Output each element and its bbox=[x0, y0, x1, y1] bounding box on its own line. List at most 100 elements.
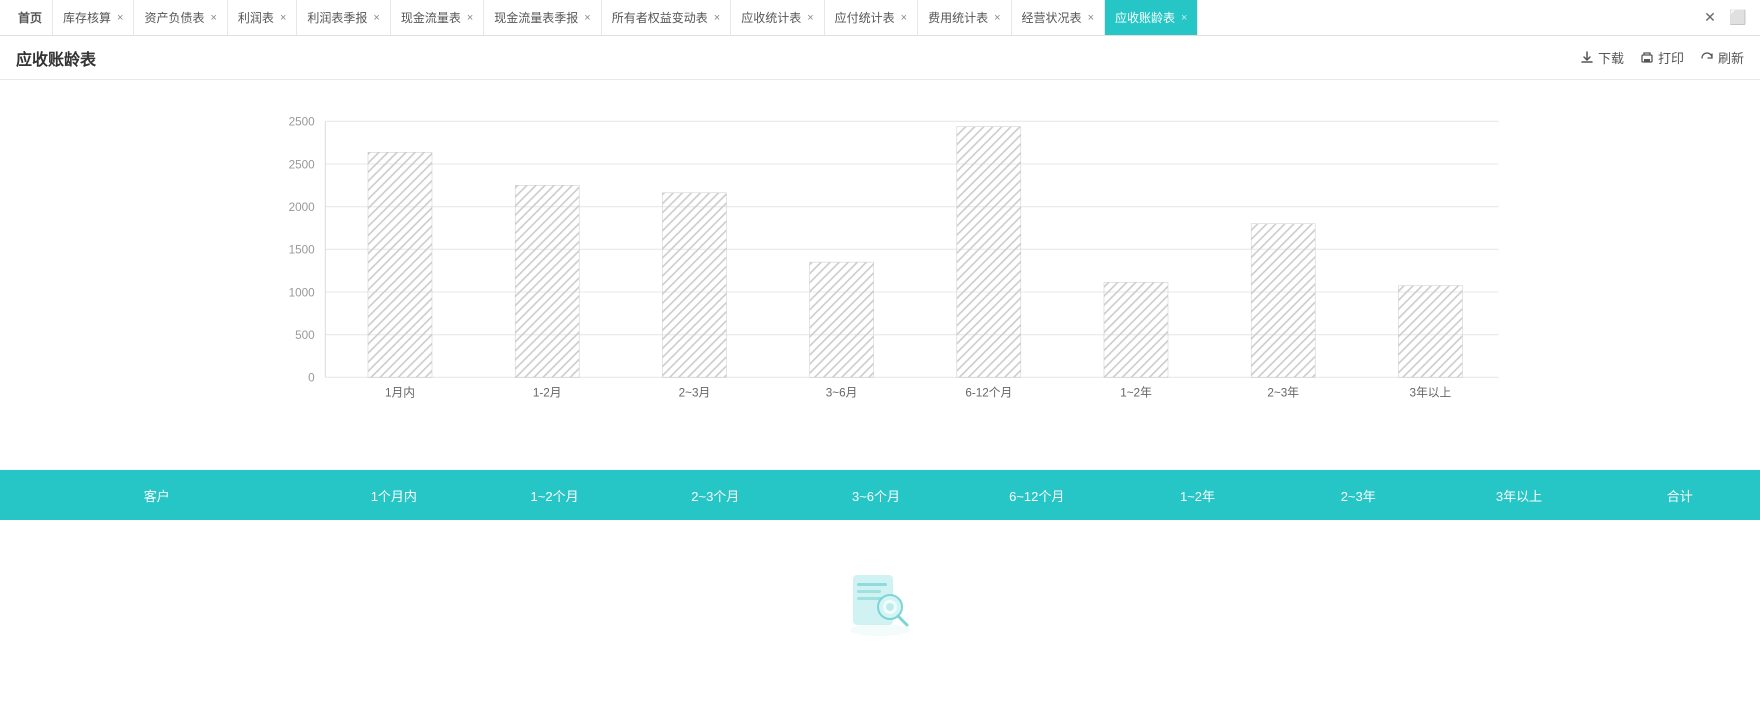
col-1month-label: 1个月内 bbox=[371, 489, 417, 504]
refresh-label: 刷新 bbox=[1718, 48, 1744, 67]
window-close-button[interactable]: ✕ bbox=[1700, 8, 1720, 28]
page-header: 应收账龄表 下载 打印 刷新 bbox=[0, 36, 1760, 80]
tab-kucun-label: 库存核算 bbox=[63, 9, 111, 26]
tab-bar: 首页 库存核算 × 资产负债表 × 利润表 × 利润表季报 × 现金流量表 × … bbox=[0, 0, 1760, 36]
tab-zcfzb[interactable]: 资产负债表 × bbox=[134, 0, 227, 36]
svg-text:1500: 1500 bbox=[289, 244, 316, 257]
svg-text:6-12个月: 6-12个月 bbox=[965, 387, 1012, 400]
tab-jyzkb[interactable]: 经营状况表 × bbox=[1012, 0, 1105, 36]
svg-text:2~3月: 2~3月 bbox=[679, 387, 711, 400]
tab-jyzkb-close[interactable]: × bbox=[1088, 12, 1094, 24]
tab-xjllb-label: 现金流量表 bbox=[401, 9, 461, 26]
col-1-2year: 1~2年 bbox=[1117, 486, 1278, 505]
tab-yszlb-label: 应收账龄表 bbox=[1115, 9, 1175, 26]
tab-kucun-close[interactable]: × bbox=[117, 12, 123, 24]
col-1-2month-label: 1~2个月 bbox=[531, 489, 579, 504]
col-total-label: 合计 bbox=[1667, 489, 1693, 504]
col-3-6month-label: 3~6个月 bbox=[852, 489, 900, 504]
tab-ystjb-close[interactable]: × bbox=[807, 12, 813, 24]
print-icon bbox=[1640, 51, 1654, 65]
svg-text:2000: 2000 bbox=[289, 201, 316, 214]
download-icon bbox=[1580, 51, 1594, 65]
tab-zcfzb-label: 资产负债表 bbox=[144, 9, 204, 26]
refresh-button[interactable]: 刷新 bbox=[1700, 48, 1744, 67]
tab-ystjb[interactable]: 应收统计表 × bbox=[731, 0, 824, 36]
print-button[interactable]: 打印 bbox=[1640, 48, 1684, 67]
bar-3 bbox=[662, 193, 726, 378]
tab-yszlb-close[interactable]: × bbox=[1181, 12, 1187, 24]
page-title: 应收账龄表 bbox=[16, 46, 96, 70]
bar-2 bbox=[515, 185, 579, 377]
tab-xjllbjb-label: 现金流量表季报 bbox=[494, 9, 578, 26]
col-3-6month: 3~6个月 bbox=[796, 486, 957, 505]
svg-text:1月内: 1月内 bbox=[385, 386, 415, 400]
col-2-3month: 2~3个月 bbox=[635, 486, 796, 505]
tab-yftjb-close[interactable]: × bbox=[901, 12, 907, 24]
empty-icon bbox=[835, 555, 925, 645]
tab-xjllbjb-close[interactable]: × bbox=[584, 12, 590, 24]
header-actions: 下载 打印 刷新 bbox=[1580, 48, 1744, 67]
tab-syzbdb[interactable]: 所有者权益变动表 × bbox=[602, 0, 731, 36]
tab-home[interactable]: 首页 bbox=[8, 0, 53, 36]
tab-home-label: 首页 bbox=[18, 9, 42, 26]
svg-text:2~3年: 2~3年 bbox=[1267, 386, 1299, 400]
svg-text:1-2月: 1-2月 bbox=[533, 387, 562, 400]
main-content: 0 500 1000 1500 2000 2500 2500 bbox=[0, 80, 1760, 720]
bar-5 bbox=[957, 127, 1021, 378]
col-3plus-year: 3年以上 bbox=[1439, 486, 1600, 505]
svg-text:2500: 2500 bbox=[289, 158, 316, 171]
bar-chart: 0 500 1000 1500 2000 2500 2500 bbox=[30, 100, 1730, 420]
col-3plus-year-label: 3年以上 bbox=[1496, 489, 1542, 504]
col-6-12month-label: 6~12个月 bbox=[1009, 489, 1064, 504]
svg-text:1~2年: 1~2年 bbox=[1120, 386, 1152, 400]
tab-lrbjb-label: 利润表季报 bbox=[307, 9, 367, 26]
col-1-2year-label: 1~2年 bbox=[1180, 489, 1215, 504]
tab-fytjb-close[interactable]: × bbox=[994, 12, 1000, 24]
table-header: 客户 1个月内 1~2个月 2~3个月 3~6个月 6~12个月 1~2年 2~… bbox=[0, 470, 1760, 520]
bar-6 bbox=[1104, 282, 1168, 377]
tab-lrb[interactable]: 利润表 × bbox=[228, 0, 297, 36]
tab-kucun[interactable]: 库存核算 × bbox=[53, 0, 134, 36]
col-total: 合计 bbox=[1599, 486, 1760, 505]
svg-text:3~6月: 3~6月 bbox=[826, 387, 858, 400]
tab-lrb-close[interactable]: × bbox=[280, 12, 286, 24]
col-6-12month: 6~12个月 bbox=[956, 486, 1117, 505]
svg-text:0: 0 bbox=[308, 372, 315, 385]
chart-area: 0 500 1000 1500 2000 2500 2500 bbox=[0, 80, 1760, 470]
tab-ystjb-label: 应收统计表 bbox=[741, 9, 801, 26]
tab-syzbdb-close[interactable]: × bbox=[714, 12, 720, 24]
refresh-icon bbox=[1700, 51, 1714, 65]
window-controls: ✕ ⬜ bbox=[1700, 8, 1752, 28]
tab-yftjb[interactable]: 应付统计表 × bbox=[825, 0, 918, 36]
col-2-3month-label: 2~3个月 bbox=[691, 489, 739, 504]
window-maximize-button[interactable]: ⬜ bbox=[1728, 8, 1748, 28]
tab-zcfzb-close[interactable]: × bbox=[210, 12, 216, 24]
svg-text:500: 500 bbox=[295, 329, 315, 342]
bar-7 bbox=[1251, 224, 1315, 378]
tab-yftjb-label: 应付统计表 bbox=[835, 9, 895, 26]
tab-jyzkb-label: 经营状况表 bbox=[1022, 9, 1082, 26]
print-label: 打印 bbox=[1658, 48, 1684, 67]
bar-1 bbox=[368, 152, 432, 377]
tab-lrbjb[interactable]: 利润表季报 × bbox=[297, 0, 390, 36]
svg-text:3年以上: 3年以上 bbox=[1410, 386, 1452, 400]
empty-area bbox=[0, 520, 1760, 680]
svg-text:1000: 1000 bbox=[289, 286, 316, 299]
tab-fytjb[interactable]: 费用统计表 × bbox=[918, 0, 1011, 36]
tab-xjllb-close[interactable]: × bbox=[467, 12, 473, 24]
bar-8 bbox=[1398, 286, 1462, 378]
svg-text:2500: 2500 bbox=[289, 116, 316, 129]
col-customer-label: 客户 bbox=[144, 489, 170, 504]
col-2-3year: 2~3年 bbox=[1278, 486, 1439, 505]
col-customer: 客户 bbox=[0, 486, 313, 505]
tab-fytjb-label: 费用统计表 bbox=[928, 9, 988, 26]
bar-4 bbox=[810, 262, 874, 377]
col-1-2month: 1~2个月 bbox=[474, 486, 635, 505]
download-button[interactable]: 下载 bbox=[1580, 48, 1624, 67]
tab-yszlb[interactable]: 应收账龄表 × bbox=[1105, 0, 1198, 36]
tab-lrbjb-close[interactable]: × bbox=[373, 12, 379, 24]
tab-xjllb[interactable]: 现金流量表 × bbox=[391, 0, 484, 36]
tab-xjllbjb[interactable]: 现金流量表季报 × bbox=[484, 0, 601, 36]
col-1month: 1个月内 bbox=[313, 486, 474, 505]
tab-lrb-label: 利润表 bbox=[238, 9, 274, 26]
